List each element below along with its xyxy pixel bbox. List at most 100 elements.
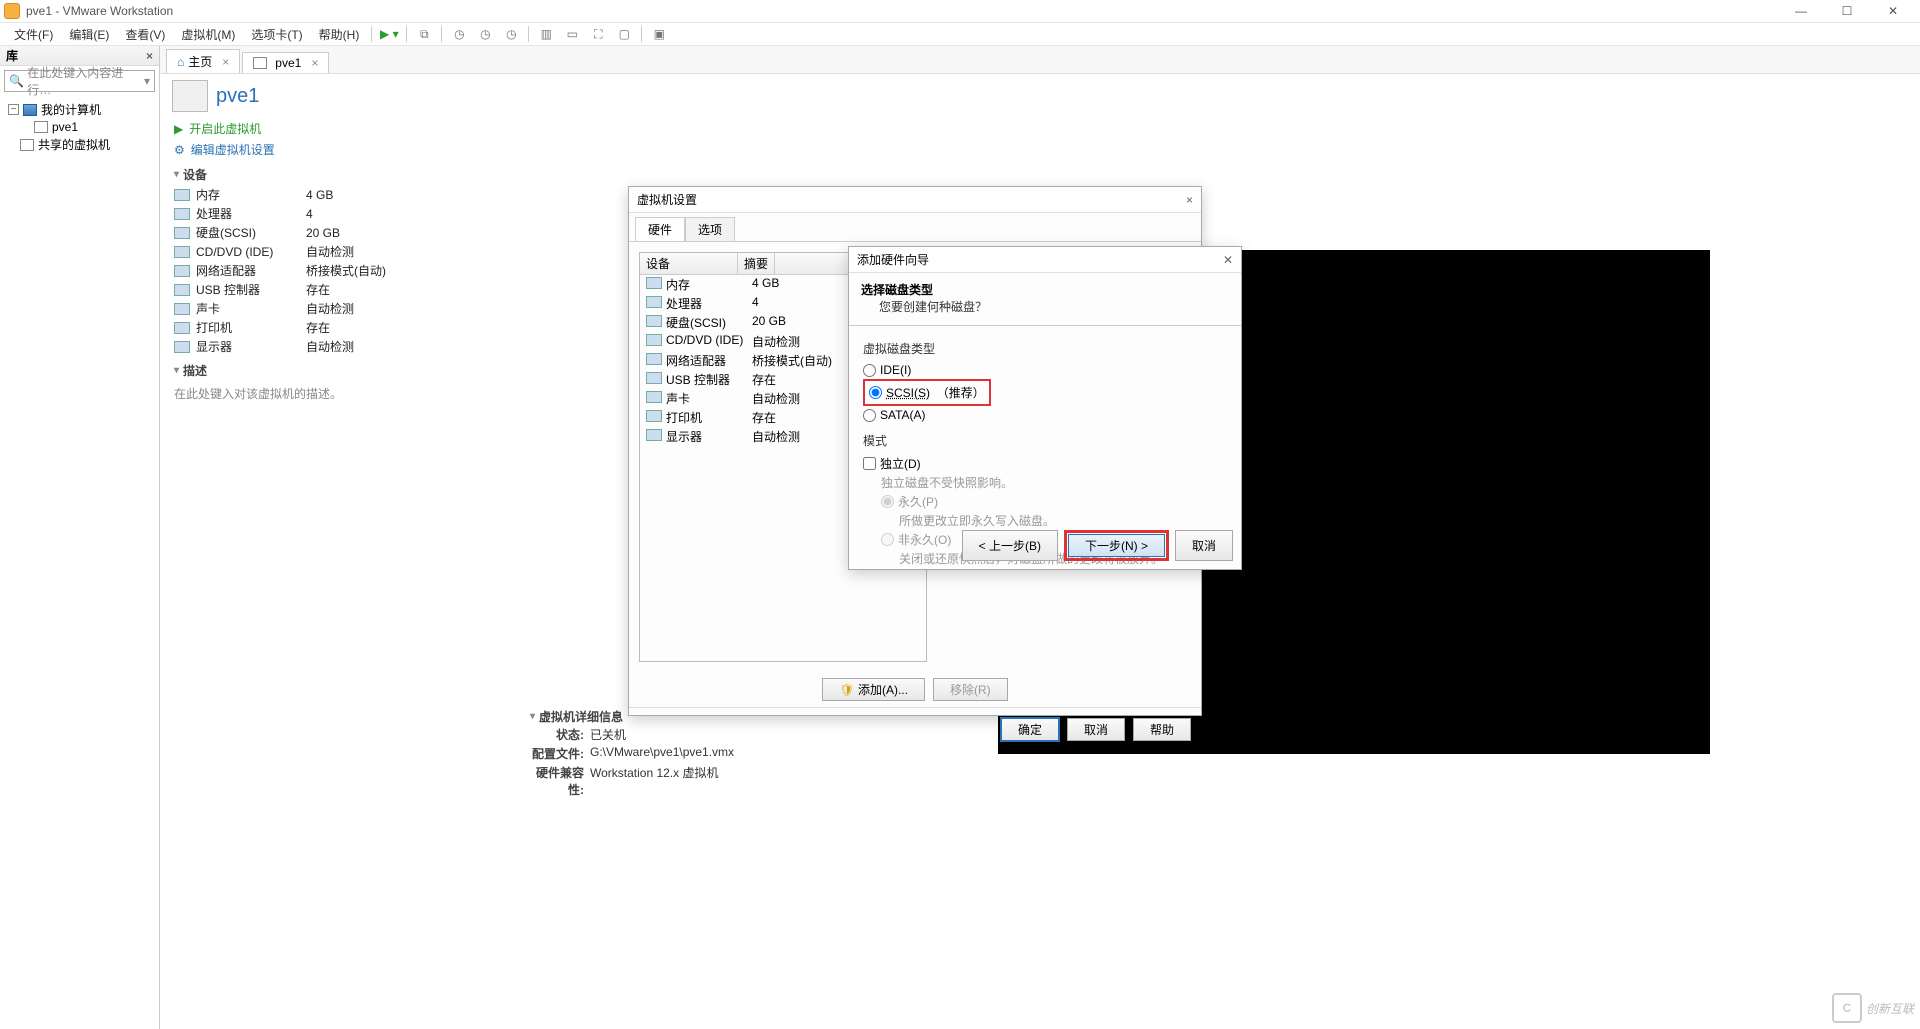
tree-node-pve1[interactable]: pve1 <box>2 119 157 135</box>
tab-home[interactable]: ⌂ 主页 × <box>166 49 240 73</box>
tab-hardware[interactable]: 硬件 <box>635 217 685 241</box>
vm-large-icon <box>172 80 208 112</box>
detail-value: 已关机 <box>590 726 626 743</box>
tab-pve1[interactable]: pve1 × <box>242 52 329 73</box>
dialog-tabs: 硬件 选项 <box>629 213 1201 242</box>
menu-help[interactable]: 帮助(H) <box>311 24 368 45</box>
menu-file[interactable]: 文件(F) <box>6 24 61 45</box>
device-value: 自动检测 <box>752 390 800 407</box>
close-icon[interactable]: × <box>1186 193 1193 207</box>
device-label: 内存 <box>196 186 306 203</box>
watermark-text: 创新互联 <box>1866 1000 1914 1017</box>
menu-view[interactable]: 查看(V) <box>117 24 173 45</box>
cancel-button[interactable]: 取消 <box>1067 718 1125 741</box>
device-value: 桥接模式(自动) <box>306 262 386 279</box>
titlebar: pve1 - VMware Workstation — ☐ ✕ <box>0 0 1920 23</box>
radio-label: 永久(P) <box>898 493 938 510</box>
radio-sata[interactable]: SATA(A) <box>863 406 1227 424</box>
cancel-button[interactable]: 取消 <box>1175 530 1233 561</box>
tab-label: 主页 <box>188 53 212 70</box>
add-button[interactable]: 🛡 添加(A)... <box>822 678 925 701</box>
sidebar-header: 库 × <box>0 46 159 66</box>
wizard-heading: 选择磁盘类型 <box>861 281 1229 298</box>
watermark-logo-icon: C <box>1832 993 1862 1023</box>
close-icon[interactable]: ✕ <box>1223 253 1233 267</box>
device-value: 自动检测 <box>306 338 354 355</box>
device-label: CD/DVD (IDE) <box>196 245 306 259</box>
dialog-title: 添加硬件向导 ✕ <box>849 247 1241 273</box>
tab-options[interactable]: 选项 <box>685 217 735 241</box>
menu-tabs[interactable]: 选项卡(T) <box>243 24 310 45</box>
wizard-header: 选择磁盘类型 您要创建何种磁盘？ <box>849 273 1241 326</box>
col-device: 设备 <box>640 253 738 274</box>
radio-scsi[interactable]: SCSI(S) （推荐） <box>869 382 985 403</box>
device-icon <box>646 296 662 308</box>
app-icon <box>4 3 20 19</box>
clock1-icon[interactable]: ◷ <box>449 24 469 44</box>
play-icon[interactable]: ▶ ▾ <box>379 24 399 44</box>
section-devices[interactable]: 设备 <box>160 160 1920 185</box>
search-icon: 🔍 <box>9 74 24 88</box>
minimize-button[interactable]: — <box>1778 0 1824 23</box>
back-button[interactable]: < 上一步(B) <box>962 530 1058 561</box>
dialog-title: 虚拟机设置 × <box>629 187 1201 213</box>
radio-ide[interactable]: IDE(I) <box>863 361 1227 379</box>
search-input[interactable]: 🔍 在此处键入内容进行… ▾ <box>4 70 155 92</box>
device-value: 桥接模式(自动) <box>752 352 832 369</box>
tree-label: 我的计算机 <box>41 101 101 118</box>
edit-vm-link[interactable]: ⚙ 编辑虚拟机设置 <box>160 139 1920 160</box>
fullscreen-icon[interactable]: ⛶ <box>588 24 608 44</box>
window-controls: — ☐ ✕ <box>1778 0 1916 23</box>
device-label: 网络适配器 <box>196 262 306 279</box>
layout2-icon[interactable]: ▭ <box>562 24 582 44</box>
tree-node-mycomputer[interactable]: − 我的计算机 <box>2 100 157 119</box>
device-value: 存在 <box>306 319 330 336</box>
device-label: 内存 <box>666 276 752 293</box>
close-icon[interactable]: × <box>222 55 229 69</box>
device-label: USB 控制器 <box>666 371 752 388</box>
device-value: 4 <box>306 207 313 221</box>
check-independent[interactable]: 独立(D) <box>863 453 1227 474</box>
device-icon <box>646 410 662 422</box>
chevron-down-icon[interactable]: ▾ <box>144 74 150 88</box>
maximize-button[interactable]: ☐ <box>1824 0 1870 23</box>
device-icon <box>646 429 662 441</box>
clock3-icon[interactable]: ◷ <box>501 24 521 44</box>
help-button[interactable]: 帮助 <box>1133 718 1191 741</box>
search-placeholder: 在此处键入内容进行… <box>27 64 144 98</box>
independent-note: 独立磁盘不受快照影响。 <box>863 474 1227 491</box>
sidebar-close-icon[interactable]: × <box>146 49 153 63</box>
add-hardware-wizard: 添加硬件向导 ✕ 选择磁盘类型 您要创建何种磁盘？ 虚拟磁盘类型 IDE(I) … <box>848 246 1242 570</box>
tree-node-shared[interactable]: 共享的虚拟机 <box>2 135 157 154</box>
detail-value: Workstation 12.x 虚拟机 <box>590 764 719 798</box>
vm-icon <box>253 57 267 69</box>
device-icon <box>646 315 662 327</box>
snapshot-icon[interactable]: ⧉ <box>414 24 434 44</box>
close-button[interactable]: ✕ <box>1870 0 1916 23</box>
link-label: 编辑虚拟机设置 <box>191 141 275 158</box>
start-vm-link[interactable]: ▶ 开启此虚拟机 <box>160 118 1920 139</box>
unity-icon[interactable]: ▢ <box>614 24 634 44</box>
library-icon[interactable]: ▣ <box>649 24 669 44</box>
col-summary: 摘要 <box>738 253 775 274</box>
device-icon <box>646 391 662 403</box>
layout1-icon[interactable]: ▥ <box>536 24 556 44</box>
gear-icon: ⚙ <box>174 143 185 157</box>
home-icon: ⌂ <box>177 55 184 69</box>
device-value: 4 GB <box>306 188 333 202</box>
title-text: 添加硬件向导 <box>857 251 929 268</box>
device-icon <box>174 189 190 201</box>
device-icon <box>174 208 190 220</box>
radio-label: IDE(I) <box>880 363 911 377</box>
remove-button: 移除(R) <box>933 678 1008 701</box>
device-icon <box>174 341 190 353</box>
next-button[interactable]: 下一步(N) > <box>1068 534 1165 557</box>
wizard-footer: < 上一步(B) 下一步(N) > 取消 <box>849 522 1241 569</box>
clock2-icon[interactable]: ◷ <box>475 24 495 44</box>
menu-edit[interactable]: 编辑(E) <box>61 24 117 45</box>
play-icon: ▶ <box>174 122 183 136</box>
ok-button[interactable]: 确定 <box>1001 718 1059 741</box>
menu-vm[interactable]: 虚拟机(M) <box>173 24 243 45</box>
close-icon[interactable]: × <box>311 56 318 70</box>
detail-key: 配置文件: <box>530 745 590 762</box>
